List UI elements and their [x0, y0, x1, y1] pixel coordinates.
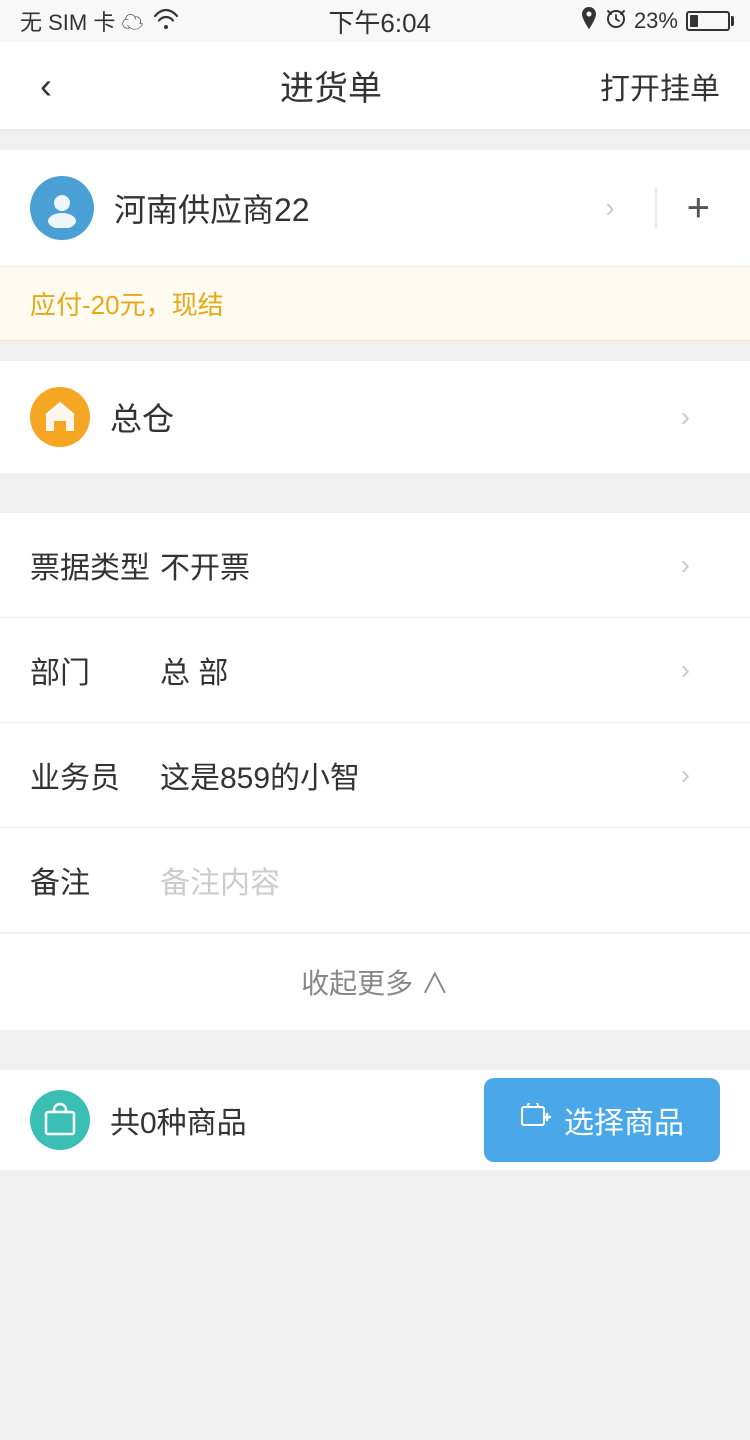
invoice-label: 票据类型	[30, 543, 160, 587]
select-product-button[interactable]: 选择商品	[484, 1078, 720, 1162]
status-left: 无 SIM 卡 ☁	[20, 5, 179, 37]
status-bar: 无 SIM 卡 ☁ 下午6:04 23%	[0, 0, 750, 42]
salesman-row[interactable]: 业务员 这是859的小智 ›	[0, 723, 750, 828]
collapse-button[interactable]: 收起更多 ∧	[0, 933, 750, 1030]
dept-value: 总 部	[160, 648, 681, 692]
nav-bar: ‹ 进货单 打开挂单	[0, 42, 750, 130]
notice-text: 应付-20元，现结	[30, 290, 224, 320]
salesman-label: 业务员	[30, 753, 160, 797]
sim-status: 无 SIM 卡 ☁	[20, 5, 143, 37]
collapse-label: 收起更多 ∧	[301, 962, 449, 1002]
remark-placeholder: 备注内容	[160, 858, 720, 902]
bottom-bar: 共0种商品 选择商品	[0, 1070, 750, 1170]
notice-banner: 应付-20元，现结	[0, 267, 750, 341]
battery-percent: 23%	[634, 8, 678, 34]
select-product-label: 选择商品	[564, 1098, 684, 1142]
salesman-chevron-icon: ›	[681, 759, 690, 791]
warehouse-section: 总仓 ›	[0, 361, 750, 473]
warehouse-row[interactable]: 总仓 ›	[0, 361, 750, 473]
form-section: 票据类型 不开票 › 部门 总 部 › 业务员 这是859的小智 › 备注 备注…	[0, 513, 750, 1030]
invoice-value: 不开票	[160, 543, 681, 587]
supplier-chevron-icon: ›	[605, 192, 614, 224]
supplier-avatar	[30, 176, 94, 240]
alarm-icon	[606, 7, 626, 35]
back-button[interactable]: ‹	[30, 55, 62, 117]
product-icon	[30, 1090, 90, 1150]
section-gap-1	[0, 130, 750, 150]
battery-icon	[686, 11, 730, 31]
dept-label: 部门	[30, 648, 160, 692]
open-pending-button[interactable]: 打开挂单	[600, 64, 720, 108]
supplier-section: 河南供应商22 › + 应付-20元，现结	[0, 150, 750, 341]
dept-chevron-icon: ›	[681, 654, 690, 686]
page-title: 进货单	[280, 61, 382, 110]
invoice-chevron-icon: ›	[681, 549, 690, 581]
section-gap-3	[0, 473, 750, 493]
warehouse-name: 总仓	[110, 394, 681, 440]
location-icon	[580, 7, 598, 35]
warehouse-chevron-icon: ›	[681, 401, 690, 433]
supplier-row[interactable]: 河南供应商22 › +	[0, 150, 750, 267]
page-background	[0, 1170, 750, 1440]
status-right: 23%	[580, 7, 730, 35]
remark-label: 备注	[30, 858, 160, 902]
supplier-name: 河南供应商22	[114, 185, 605, 231]
wifi-icon	[153, 7, 179, 35]
section-gap-2	[0, 341, 750, 361]
salesman-value: 这是859的小智	[160, 753, 681, 797]
invoice-row[interactable]: 票据类型 不开票 ›	[0, 513, 750, 618]
status-time: 下午6:04	[328, 3, 431, 40]
warehouse-icon	[30, 387, 90, 447]
product-count: 共0种商品	[110, 1098, 484, 1142]
dept-row[interactable]: 部门 总 部 ›	[0, 618, 750, 723]
section-gap-4	[0, 1030, 750, 1050]
remark-row[interactable]: 备注 备注内容	[0, 828, 750, 933]
add-supplier-button[interactable]: +	[677, 186, 720, 231]
supplier-divider	[655, 188, 657, 228]
select-product-icon	[520, 1102, 552, 1139]
